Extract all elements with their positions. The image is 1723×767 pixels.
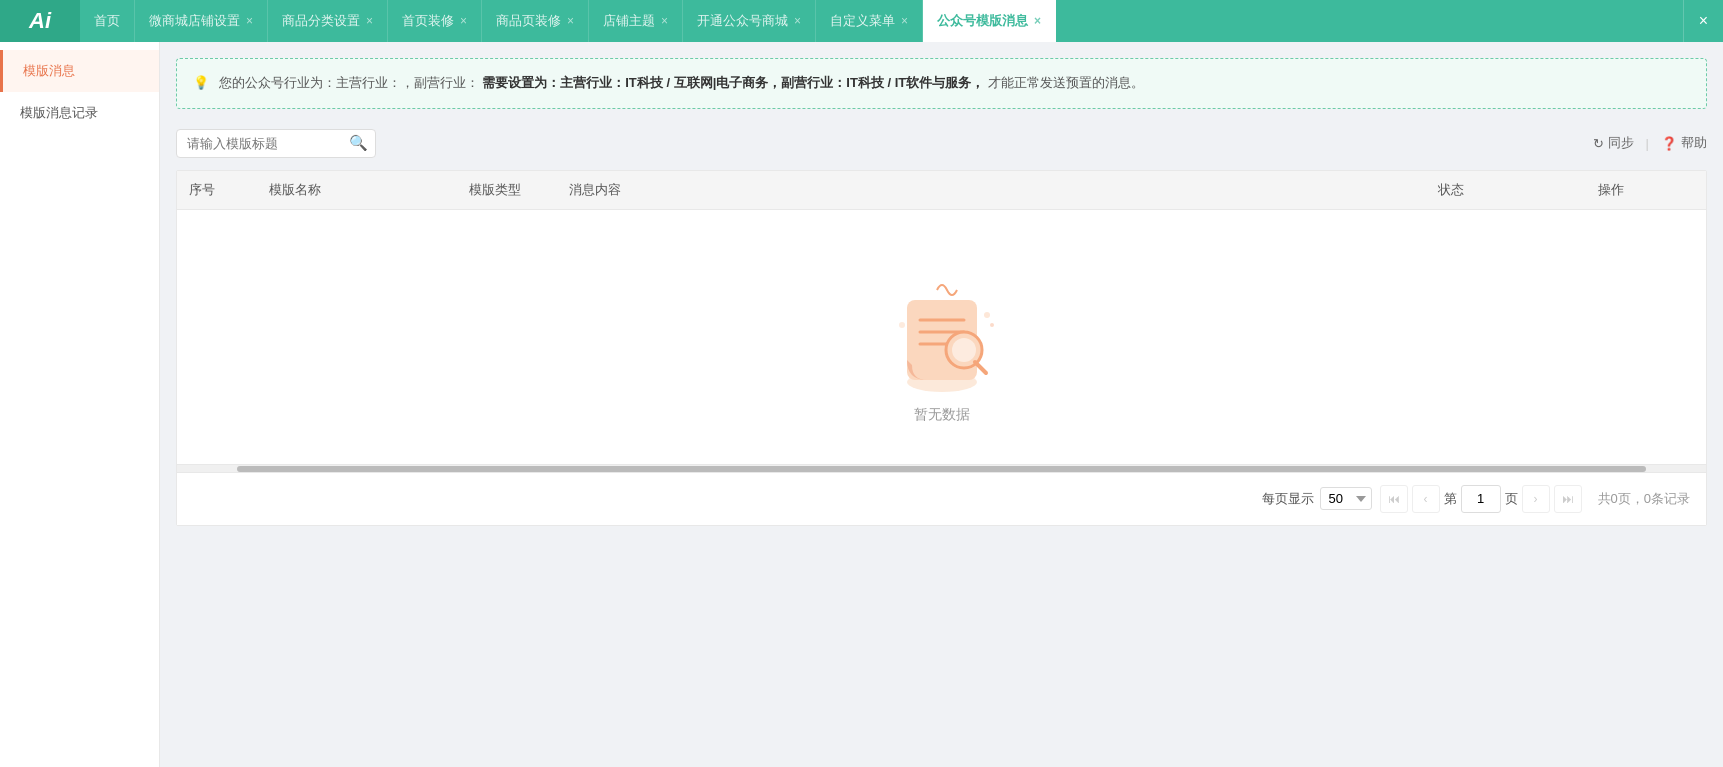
notice-highlight: 需要设置为：主营行业：IT科技 / 互联网|电子商务，副营行业：IT科技 / I… (482, 75, 984, 90)
sidebar-item-template-message[interactable]: 模版消息 (0, 50, 159, 92)
sync-button[interactable]: ↻ 同步 (1593, 134, 1634, 152)
help-label: 帮助 (1681, 134, 1707, 152)
search-bar: 🔍 ↻ 同步 | ❓ 帮助 (176, 129, 1707, 158)
nav-tab-close-product-decoration[interactable]: × (567, 14, 574, 28)
col-header-index: 序号 (177, 181, 257, 199)
prev-page-button[interactable]: ‹ (1412, 485, 1440, 513)
search-left: 🔍 (176, 129, 376, 158)
svg-point-9 (990, 323, 994, 327)
search-input[interactable] (176, 129, 376, 158)
sidebar-item-template-record[interactable]: 模版消息记录 (0, 92, 159, 134)
svg-point-6 (952, 338, 976, 362)
scrollbar-thumb[interactable] (237, 466, 1646, 472)
page-size-selector: 每页显示 102050100 (1262, 487, 1372, 510)
sync-label: 同步 (1608, 134, 1634, 152)
nav-tab-wsc-settings[interactable]: 微商城店铺设置× (135, 0, 268, 42)
nav-tab-open-wechat-mall[interactable]: 开通公众号商城× (683, 0, 816, 42)
nav-tab-close-store-theme[interactable]: × (661, 14, 668, 28)
nav-tab-close-custom-menu[interactable]: × (901, 14, 908, 28)
page-number-input[interactable] (1461, 485, 1501, 513)
bulb-icon: 💡 (193, 75, 209, 90)
app-logo: Ai (0, 0, 80, 42)
data-table: 序号 模版名称 模版类型 消息内容 状态 操作 (176, 170, 1707, 526)
page-label-before: 第 (1444, 490, 1457, 508)
nav-tab-store-theme[interactable]: 店铺主题× (589, 0, 683, 42)
sync-icon: ↻ (1593, 136, 1604, 151)
nav-tab-close-home-decoration[interactable]: × (460, 14, 467, 28)
col-header-content: 消息内容 (557, 181, 1426, 199)
nav-tab-category-settings[interactable]: 商品分类设置× (268, 0, 388, 42)
empty-state: 暂无数据 (177, 210, 1706, 464)
nav-tab-product-decoration[interactable]: 商品页装修× (482, 0, 589, 42)
help-icon: ❓ (1661, 136, 1677, 151)
sidebar: 模版消息模版消息记录 (0, 42, 160, 767)
col-header-type: 模版类型 (457, 181, 557, 199)
next-page-button[interactable]: › (1522, 485, 1550, 513)
horizontal-scrollbar[interactable] (177, 464, 1706, 472)
first-page-button[interactable]: ⏮ (1380, 485, 1408, 513)
nav-tab-close-category-settings[interactable]: × (366, 14, 373, 28)
nav-tab-close-open-wechat-mall[interactable]: × (794, 14, 801, 28)
search-input-wrapper: 🔍 (176, 129, 376, 158)
page-size-select[interactable]: 102050100 (1320, 487, 1372, 510)
page-size-label: 每页显示 (1262, 490, 1314, 508)
empty-icon (882, 270, 1002, 390)
notice-box: 💡 您的公众号行业为：主营行业：，副营行业： 需要设置为：主营行业：IT科技 /… (176, 58, 1707, 109)
last-page-button[interactable]: ⏭ (1554, 485, 1582, 513)
nav-tab-template-message[interactable]: 公众号模版消息× (923, 0, 1056, 42)
close-all-button[interactable]: × (1683, 0, 1723, 42)
main-layout: 模版消息模版消息记录 💡 您的公众号行业为：主营行业：，副营行业： 需要设置为：… (0, 42, 1723, 767)
help-button[interactable]: ❓ 帮助 (1661, 134, 1707, 152)
nav-tab-close-wsc-settings[interactable]: × (246, 14, 253, 28)
notice-prefix: 您的公众号行业为：主营行业：，副营行业： (219, 75, 479, 90)
nav-tab-custom-menu[interactable]: 自定义菜单× (816, 0, 923, 42)
table-header: 序号 模版名称 模版类型 消息内容 状态 操作 (177, 171, 1706, 210)
total-info: 共0页，0条记录 (1598, 490, 1690, 508)
svg-point-8 (984, 312, 990, 318)
page-nav: ⏮ ‹ 第 页 › ⏭ (1380, 485, 1582, 513)
top-nav: Ai 首页微商城店铺设置×商品分类设置×首页装修×商品页装修×店铺主题×开通公众… (0, 0, 1723, 42)
nav-tab-close-template-message[interactable]: × (1034, 14, 1041, 28)
content-area: 💡 您的公众号行业为：主营行业：，副营行业： 需要设置为：主营行业：IT科技 /… (160, 42, 1723, 767)
col-header-action: 操作 (1586, 181, 1706, 199)
col-header-status: 状态 (1426, 181, 1586, 199)
nav-tab-home[interactable]: 首页 (80, 0, 135, 42)
col-header-name: 模版名称 (257, 181, 457, 199)
search-right: ↻ 同步 | ❓ 帮助 (1593, 134, 1707, 152)
empty-text: 暂无数据 (914, 406, 970, 424)
nav-tabs: 首页微商城店铺设置×商品分类设置×首页装修×商品页装修×店铺主题×开通公众号商城… (80, 0, 1683, 42)
svg-point-10 (899, 322, 905, 328)
nav-tab-home-decoration[interactable]: 首页装修× (388, 0, 482, 42)
notice-suffix: 才能正常发送预置的消息。 (988, 75, 1144, 90)
page-label-after: 页 (1505, 490, 1518, 508)
search-icon[interactable]: 🔍 (349, 134, 368, 152)
pagination: 每页显示 102050100 ⏮ ‹ 第 页 › ⏭ 共0页，0条记录 (177, 472, 1706, 525)
divider: | (1646, 136, 1649, 151)
